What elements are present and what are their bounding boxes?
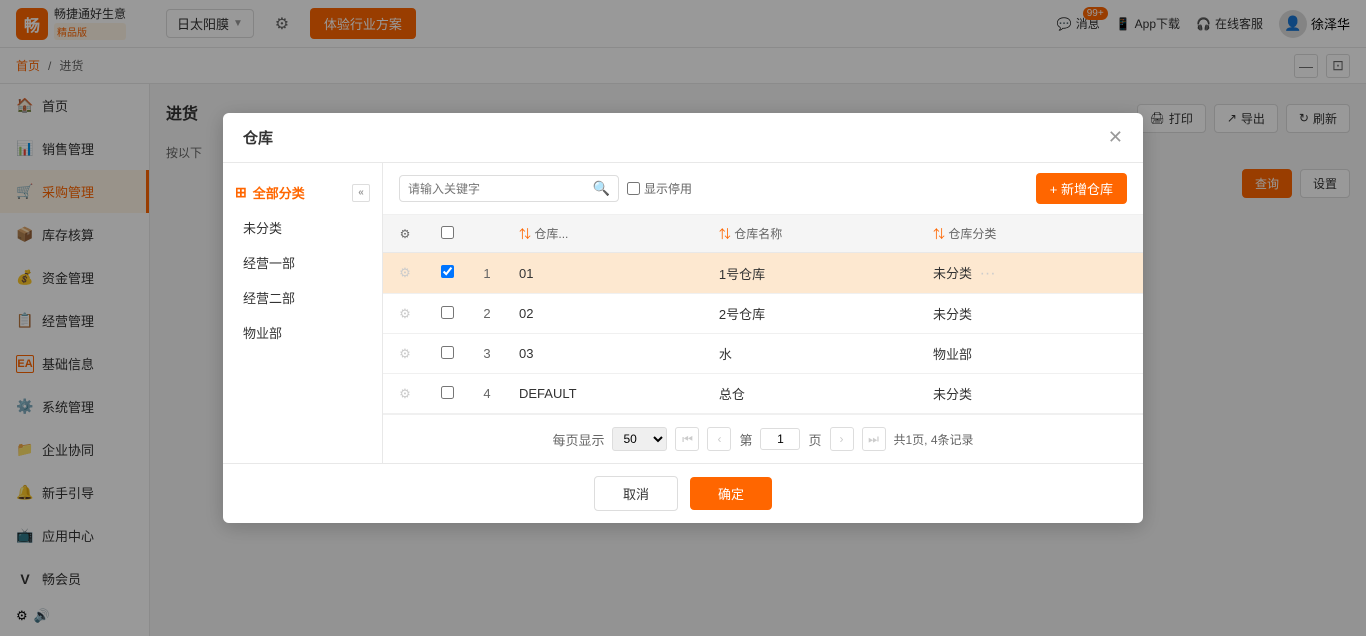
row-gear-icon: ⚙ — [399, 346, 411, 361]
sort-code-icon: ⇅ — [519, 227, 531, 241]
search-input[interactable] — [408, 182, 589, 196]
last-page-button[interactable]: ⏭ — [862, 427, 886, 451]
row-checkbox[interactable] — [441, 306, 454, 319]
row-checkbox[interactable] — [441, 265, 454, 278]
show-disabled-checkbox[interactable] — [627, 182, 640, 195]
row-category-cell: 未分类 — [921, 294, 1143, 334]
per-page-label: 每页显示 — [552, 430, 604, 449]
sidebar-item-dept2[interactable]: 经营二部 — [223, 280, 382, 315]
row-gear-cell: ⚙ — [383, 334, 427, 374]
search-icon[interactable]: 🔍 — [593, 180, 610, 197]
row-num-cell: 4 — [467, 374, 507, 414]
row-num-cell: 1 — [467, 253, 507, 294]
dialog-toolbar: 🔍 显示停用 + 新增仓库 — [383, 163, 1143, 215]
col-num-header — [467, 215, 507, 253]
dialog-title: 仓库 — [243, 127, 273, 148]
row-code-cell: 03 — [507, 334, 707, 374]
dialog-footer: 取消 确定 — [223, 463, 1143, 523]
first-page-button[interactable]: ⏮ — [675, 427, 699, 451]
total-info: 共1页, 4条记录 — [894, 431, 974, 448]
show-disabled-text: 显示停用 — [644, 180, 692, 197]
row-name-cell: 总仓 — [707, 374, 921, 414]
row-gear-icon: ⚙ — [399, 265, 411, 280]
row-gear-icon: ⚙ — [399, 386, 411, 401]
row-gear-cell: ⚙ — [383, 374, 427, 414]
sidebar-item-property[interactable]: 物业部 — [223, 315, 382, 350]
all-category-item[interactable]: ⊞ 全部分类 « — [223, 175, 382, 210]
table-row[interactable]: ⚙ 2 02 2号仓库 未分类 — [383, 294, 1143, 334]
cancel-button[interactable]: 取消 — [594, 476, 678, 511]
row-code-cell: 02 — [507, 294, 707, 334]
row-check-cell[interactable] — [427, 294, 467, 334]
col-check-header[interactable] — [427, 215, 467, 253]
sidebar-item-uncategorized[interactable]: 未分类 — [223, 210, 382, 245]
all-category-label: 全部分类 — [253, 183, 305, 202]
row-category-cell: 未分类 ··· — [921, 253, 1143, 294]
row-code-cell: DEFAULT — [507, 374, 707, 414]
dialog-header: 仓库 ✕ — [223, 113, 1143, 163]
row-gear-cell: ⚙ — [383, 294, 427, 334]
gear-col-icon: ⚙ — [400, 227, 411, 241]
row-code-cell: 01 — [507, 253, 707, 294]
row-category-cell: 物业部 — [921, 334, 1143, 374]
col-name-header[interactable]: ⇅ 仓库名称 — [707, 215, 921, 253]
sidebar-item-dept1[interactable]: 经营一部 — [223, 245, 382, 280]
pagination: 每页显示 50 100 ⏮ ‹ 第 页 › ⏭ 共1页, 4条记录 — [383, 414, 1143, 463]
modal-overlay[interactable]: 仓库 ✕ ⊞ 全部分类 « 未分类 经营一部 经营二部 — [0, 0, 1366, 636]
row-gear-cell: ⚙ — [383, 253, 427, 294]
table-row[interactable]: ⚙ 1 01 1号仓库 未分类 ··· — [383, 253, 1143, 294]
warehouse-dialog: 仓库 ✕ ⊞ 全部分类 « 未分类 经营一部 经营二部 — [223, 113, 1143, 523]
table-row[interactable]: ⚙ 4 DEFAULT 总仓 未分类 — [383, 374, 1143, 414]
prev-page-button[interactable]: ‹ — [707, 427, 731, 451]
page-number-input[interactable] — [760, 428, 800, 450]
collapse-icon[interactable]: « — [352, 184, 370, 202]
per-page-select[interactable]: 50 100 — [612, 427, 667, 451]
row-checkbox[interactable] — [441, 386, 454, 399]
page-label: 第 — [739, 430, 752, 449]
grid-icon: ⊞ — [235, 184, 247, 201]
dialog-content: 🔍 显示停用 + 新增仓库 ⚙ — [383, 163, 1143, 463]
page-unit: 页 — [808, 430, 821, 449]
add-warehouse-button[interactable]: + 新增仓库 — [1036, 173, 1127, 204]
sort-category-icon: ⇅ — [933, 227, 945, 241]
row-more-icon[interactable]: ··· — [976, 265, 1000, 282]
row-gear-icon: ⚙ — [399, 306, 411, 321]
table-header-row: ⚙ ⇅ 仓库... — [383, 215, 1143, 253]
row-name-cell: 水 — [707, 334, 921, 374]
dialog-close-button[interactable]: ✕ — [1108, 127, 1123, 148]
row-category-cell: 未分类 — [921, 374, 1143, 414]
row-check-cell[interactable] — [427, 253, 467, 294]
search-box[interactable]: 🔍 — [399, 175, 619, 202]
row-checkbox[interactable] — [441, 346, 454, 359]
row-num-cell: 2 — [467, 294, 507, 334]
dialog-sidebar: ⊞ 全部分类 « 未分类 经营一部 经营二部 物业部 — [223, 163, 383, 463]
col-code-header[interactable]: ⇅ 仓库... — [507, 215, 707, 253]
confirm-button[interactable]: 确定 — [690, 477, 772, 510]
row-check-cell[interactable] — [427, 334, 467, 374]
warehouse-table: ⚙ ⇅ 仓库... — [383, 215, 1143, 414]
table-row[interactable]: ⚙ 3 03 水 物业部 — [383, 334, 1143, 374]
next-page-button[interactable]: › — [830, 427, 854, 451]
warehouse-table-body: ⚙ 1 01 1号仓库 未分类 ··· ⚙ 2 02 2号仓库 未分类 — [383, 253, 1143, 414]
row-num-cell: 3 — [467, 334, 507, 374]
row-name-cell: 2号仓库 — [707, 294, 921, 334]
col-category-header[interactable]: ⇅ 仓库分类 — [921, 215, 1143, 253]
show-disabled-label[interactable]: 显示停用 — [627, 180, 692, 197]
col-gear-header: ⚙ — [383, 215, 427, 253]
row-name-cell: 1号仓库 — [707, 253, 921, 294]
select-all-checkbox[interactable] — [441, 226, 454, 239]
row-check-cell[interactable] — [427, 374, 467, 414]
dialog-body: ⊞ 全部分类 « 未分类 经营一部 经营二部 物业部 — [223, 163, 1143, 463]
sort-name-icon: ⇅ — [719, 227, 731, 241]
